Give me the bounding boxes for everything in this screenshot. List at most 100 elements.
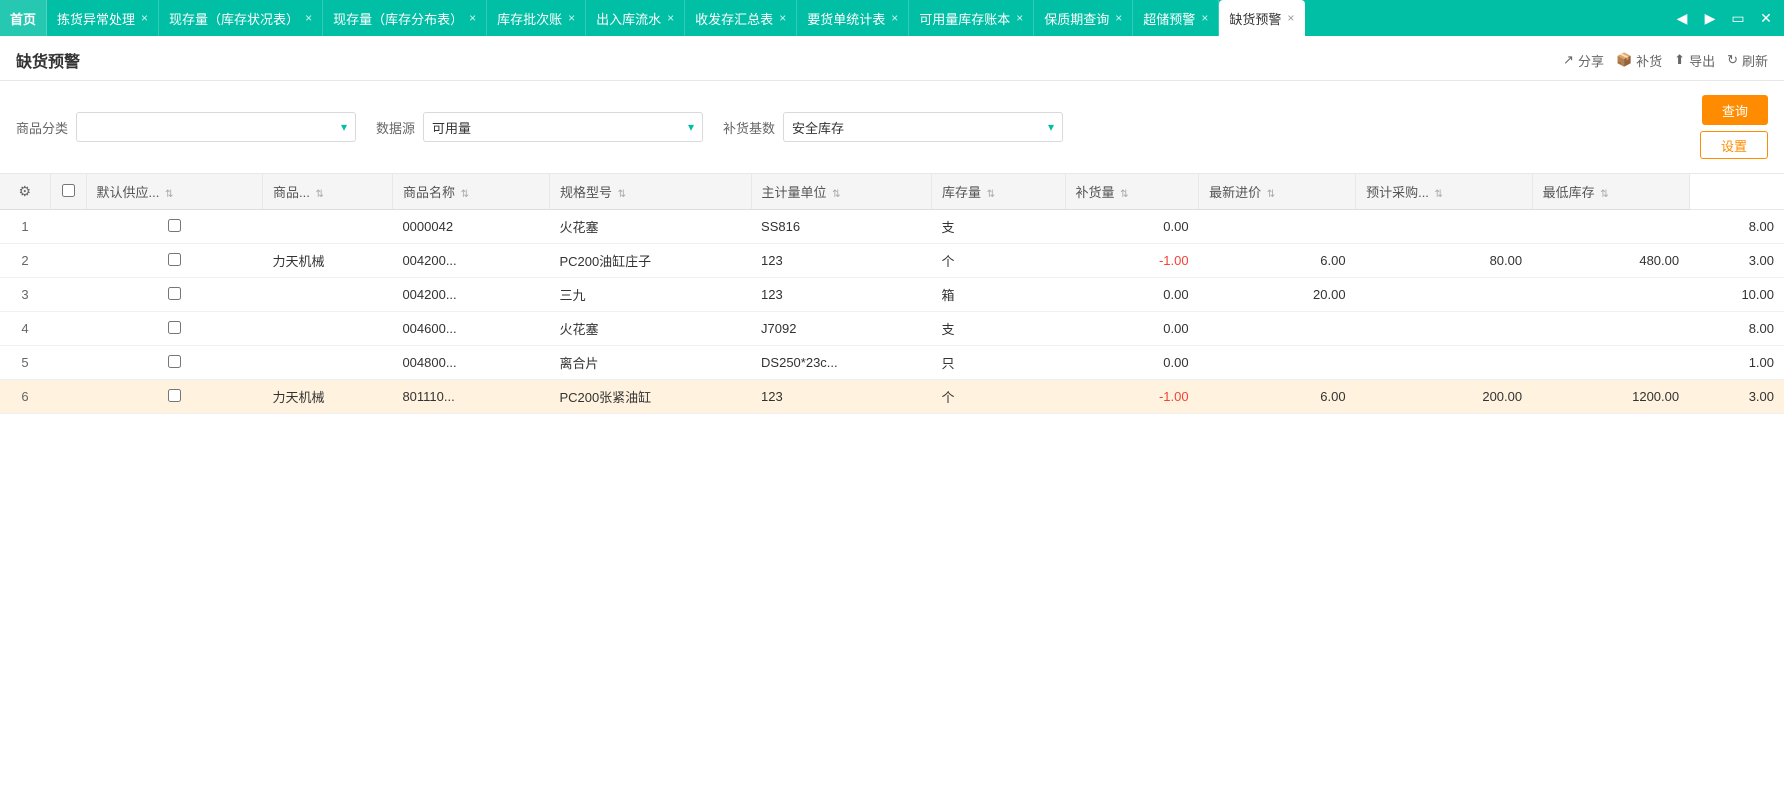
row-checkbox[interactable] [168,219,181,232]
table-row: 3 004200... 三九 123 箱 0.00 20.00 10.00 [0,278,1784,312]
cell-restock-qty: 6.00 [1199,244,1356,278]
nav-tab-stock-status[interactable]: 现存量（库存状况表） × [159,0,323,36]
cell-default-supplier: 力天机械 [263,244,393,278]
row-number: 5 [0,346,50,380]
cell-latest-price [1356,210,1533,244]
cell-product-code: 801110... [392,380,549,414]
nav-tab-stockout-warning[interactable]: 缺货预警 × [1219,0,1305,36]
table-row: 2 力天机械 004200... PC200油缸庄子 123 个 -1.00 6… [0,244,1784,278]
row-checkbox-cell[interactable] [86,278,263,312]
cell-stock-qty: 0.00 [1065,312,1199,346]
nav-tab-batch-account[interactable]: 库存批次账 × [487,0,586,36]
row-checkbox-cell[interactable] [86,210,263,244]
data-source-arrow-icon: ▾ [688,120,694,134]
cell-spec: 123 [751,244,931,278]
th-product-name[interactable]: 商品名称 ⇅ [392,174,549,210]
refresh-icon: ↻ [1727,52,1738,68]
row-checkbox[interactable] [168,389,181,402]
sort-code-icon: ⇅ [316,189,324,200]
row-checkbox[interactable] [168,321,181,334]
cell-spec: J7092 [751,312,931,346]
th-latest-price[interactable]: 最新进价 ⇅ [1199,174,1356,210]
cell-product-name: 火花塞 [549,210,751,244]
th-min-stock[interactable]: 最低库存 ⇅ [1532,174,1689,210]
sort-restock-icon: ⇅ [1120,189,1128,200]
cell-default-supplier [263,278,393,312]
table-body: 1 0000042 火花塞 SS816 支 0.00 8.00 2 力天机械 0… [0,210,1784,414]
row-checkbox-cell[interactable] [86,380,263,414]
settings-button[interactable]: 设置 [1700,131,1768,159]
select-all-checkbox[interactable] [62,184,75,197]
th-stock-qty[interactable]: 库存量 ⇅ [931,174,1065,210]
close-tab-order-stats[interactable]: × [891,11,898,25]
cell-product-code: 0000042 [392,210,549,244]
nav-close-button[interactable]: ✕ [1752,4,1780,32]
refresh-button[interactable]: ↻ 刷新 [1727,51,1768,70]
row-checkbox[interactable] [168,355,181,368]
close-tab-receive-summary[interactable]: × [779,11,786,25]
close-tab-overstock-warning[interactable]: × [1201,11,1208,25]
page-header: 缺货预警 ↗ 分享 📦 补货 ⬆ 导出 ↻ 刷新 [0,36,1784,81]
table-row: 6 力天机械 801110... PC200张紧油缸 123 个 -1.00 6… [0,380,1784,414]
row-gear-cell [50,244,86,278]
sort-supplier-icon: ⇅ [165,189,173,200]
cell-latest-price [1356,278,1533,312]
cell-default-supplier [263,346,393,380]
nav-tab-overstock-warning[interactable]: 超储预警 × [1133,0,1219,36]
nav-prev-button[interactable]: ◀ [1668,4,1696,32]
th-default-supplier[interactable]: 默认供应... ⇅ [86,174,263,210]
export-icon: ⬆ [1674,52,1685,68]
share-button[interactable]: ↗ 分享 [1563,51,1604,70]
data-source-select[interactable]: 可用量 ▾ [423,112,703,142]
product-category-select[interactable]: ▾ [76,112,356,142]
query-button[interactable]: 查询 [1702,95,1768,125]
th-restock-qty[interactable]: 补货量 ⇅ [1065,174,1199,210]
cell-default-supplier [263,312,393,346]
restock-button[interactable]: 📦 补货 [1616,51,1662,70]
nav-tab-order-stats[interactable]: 要货单统计表 × [797,0,909,36]
cell-unit: 个 [931,244,1065,278]
close-tab-stockout-warning[interactable]: × [1287,11,1294,25]
close-tab-available-account[interactable]: × [1016,11,1023,25]
nav-tab-in-out-flow[interactable]: 出入库流水 × [586,0,685,36]
cell-est-purchase: 1200.00 [1532,380,1689,414]
nav-restore-button[interactable]: ▭ [1724,4,1752,32]
export-button[interactable]: ⬆ 导出 [1674,51,1715,70]
row-checkbox-cell[interactable] [86,312,263,346]
close-tab-stock-dist[interactable]: × [469,11,476,25]
restock-base-value: 安全库存 [792,118,844,137]
cell-unit: 支 [931,210,1065,244]
nav-tab-expiry-query[interactable]: 保质期查询 × [1034,0,1133,36]
restock-base-select[interactable]: 安全库存 ▾ [783,112,1063,142]
row-checkbox-cell[interactable] [86,346,263,380]
th-product-code[interactable]: 商品... ⇅ [263,174,393,210]
restock-base-arrow-icon: ▾ [1048,120,1054,134]
close-tab-expiry-query[interactable]: × [1115,11,1122,25]
data-source-value: 可用量 [432,118,471,137]
row-checkbox[interactable] [168,253,181,266]
cell-stock-qty: 0.00 [1065,346,1199,380]
close-tab-in-out-flow[interactable]: × [667,11,674,25]
data-source-label: 数据源 [376,118,415,137]
table-row: 1 0000042 火花塞 SS816 支 0.00 8.00 [0,210,1784,244]
th-gear[interactable]: ⚙ [0,174,50,210]
nav-tab-pick-exception[interactable]: 拣货异常处理 × [47,0,159,36]
th-unit[interactable]: 主计量单位 ⇅ [751,174,931,210]
nav-tab-receive-summary[interactable]: 收发存汇总表 × [685,0,797,36]
th-est-purchase[interactable]: 预计采购... ⇅ [1356,174,1533,210]
sort-stock-icon: ⇅ [987,189,995,200]
close-tab-pick-exception[interactable]: × [141,11,148,25]
th-spec[interactable]: 规格型号 ⇅ [549,174,751,210]
page-title: 缺货预警 [16,48,80,72]
nav-tab-home[interactable]: 首页 [0,0,47,36]
row-checkbox[interactable] [168,287,181,300]
close-tab-batch-account[interactable]: × [568,11,575,25]
gear-icon[interactable]: ⚙ [18,183,31,199]
close-tab-stock-status[interactable]: × [305,11,312,25]
cell-latest-price: 80.00 [1356,244,1533,278]
nav-tab-available-account[interactable]: 可用量库存账本 × [909,0,1034,36]
row-checkbox-cell[interactable] [86,244,263,278]
th-checkbox[interactable] [50,174,86,210]
nav-tab-stock-dist[interactable]: 现存量（库存分布表） × [323,0,487,36]
nav-next-button[interactable]: ▶ [1696,4,1724,32]
